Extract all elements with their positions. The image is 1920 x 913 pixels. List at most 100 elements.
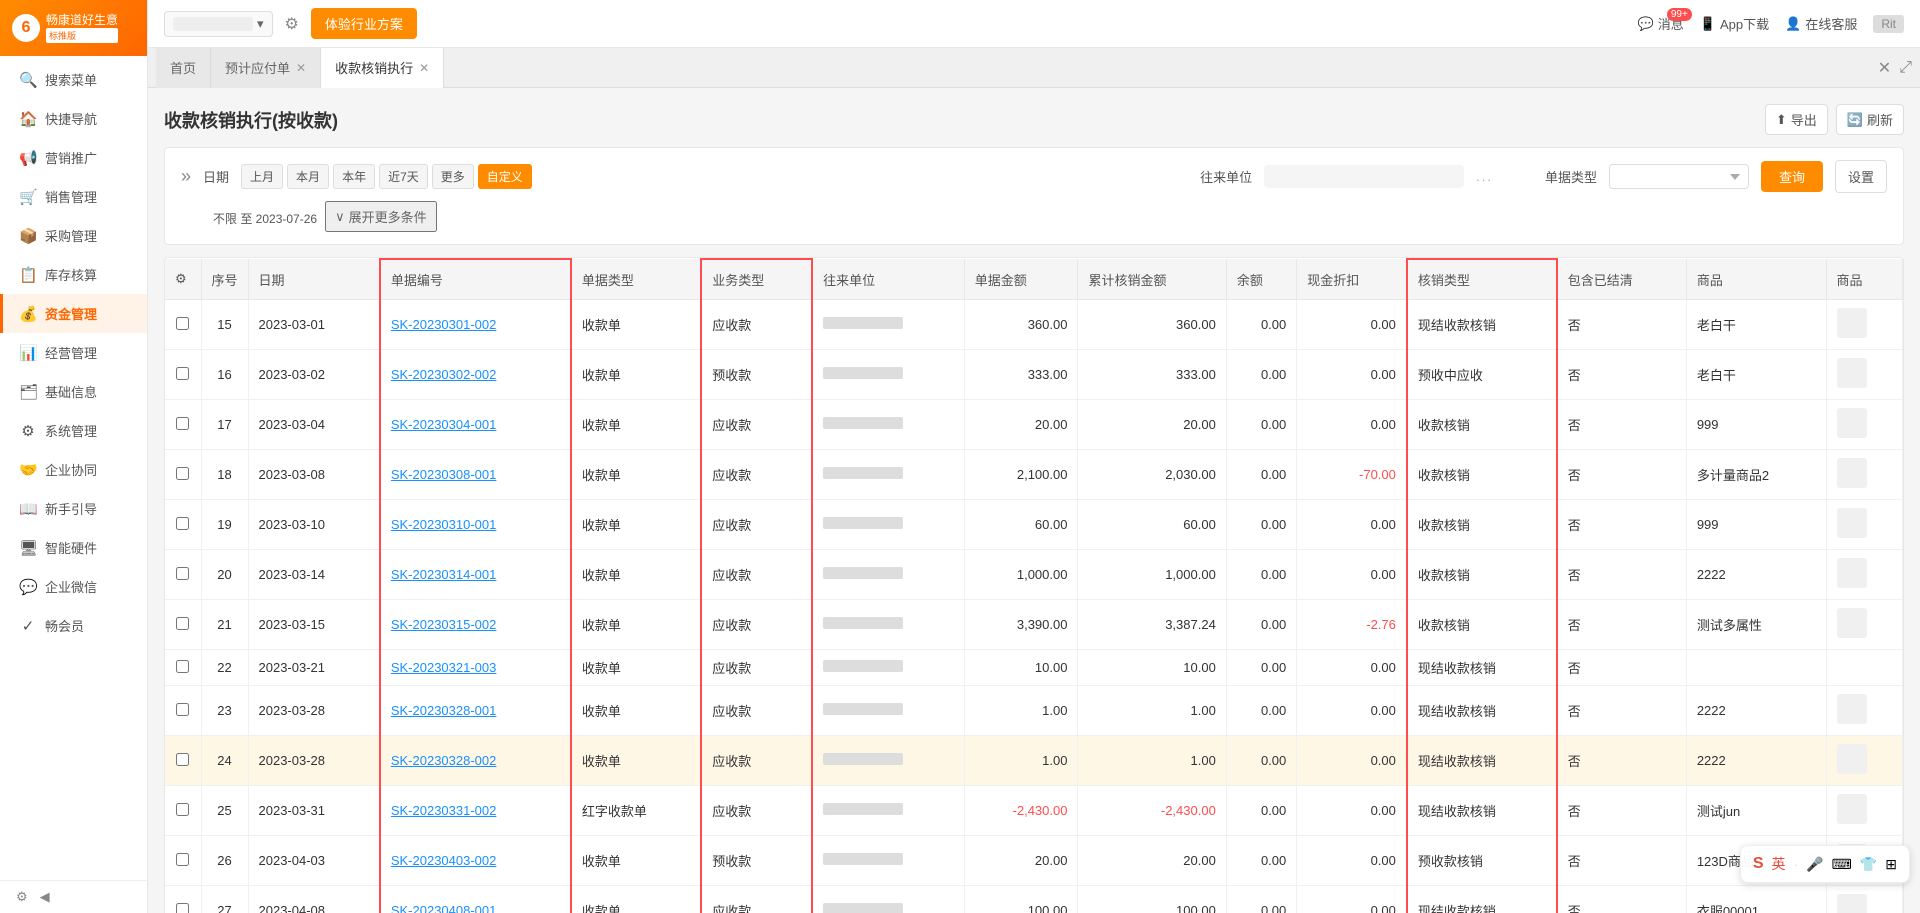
this-month-btn[interactable]: 本月 xyxy=(287,164,329,189)
sidebar-item-label: 营销推广 xyxy=(45,148,97,167)
row-checkbox[interactable] xyxy=(165,550,201,600)
col-doc-no[interactable]: 单据编号 xyxy=(380,259,571,300)
shirt-icon[interactable]: 👕 xyxy=(1860,856,1877,873)
doc-no-link[interactable]: SK-20230315-002 xyxy=(391,617,497,632)
table-row: 23 2023-03-28 SK-20230328-001 收款单 应收款 1.… xyxy=(165,686,1903,736)
row-date: 2023-03-21 xyxy=(248,650,380,686)
guide-icon: 📖 xyxy=(19,500,37,518)
doc-no-link[interactable]: SK-20230310-001 xyxy=(391,517,497,532)
doc-no-link[interactable]: SK-20230302-002 xyxy=(391,367,497,382)
col-cash-discount[interactable]: 现金折扣 xyxy=(1297,259,1407,300)
mic-icon[interactable]: 🎤 xyxy=(1806,856,1823,873)
sidebar-item-hardware[interactable]: 🖥 智能硬件 xyxy=(0,528,147,567)
row-balance: 0.00 xyxy=(1226,300,1296,350)
row-checkbox[interactable] xyxy=(165,300,201,350)
table-row: 26 2023-04-03 SK-20230403-002 收款单 预收款 20… xyxy=(165,836,1903,886)
col-biz-type[interactable]: 业务类型 xyxy=(701,259,812,300)
col-balance[interactable]: 余额 xyxy=(1226,259,1296,300)
doc-no-link[interactable]: SK-20230328-001 xyxy=(391,703,497,718)
expand-conditions-btn[interactable]: ∨ 展开更多条件 xyxy=(325,201,437,232)
doc-no-link[interactable]: SK-20230304-001 xyxy=(391,417,497,432)
close-tab-icon[interactable]: ✕ xyxy=(1878,58,1891,78)
row-checkbox[interactable] xyxy=(165,400,201,450)
col-counterparty[interactable]: 往来单位 xyxy=(812,259,964,300)
row-include-settled: 否 xyxy=(1557,786,1687,836)
tab-prepay[interactable]: 预计应付单 ✕ xyxy=(211,48,321,88)
solution-button[interactable]: 体验行业方案 xyxy=(311,8,417,39)
settings-icon[interactable]: ⚙ xyxy=(16,889,28,905)
sidebar-item-wechat[interactable]: 💬 企业微信 xyxy=(0,567,147,606)
doc-no-link[interactable]: SK-20230314-001 xyxy=(391,567,497,582)
sidebar-item-system[interactable]: ⚙ 系统管理 xyxy=(0,411,147,450)
col-product2[interactable]: 商品 xyxy=(1826,259,1903,300)
sidebar-item-search[interactable]: 🔍 搜索菜单 xyxy=(0,60,147,99)
col-writeoff-type[interactable]: 核销类型 xyxy=(1407,259,1557,300)
row-checkbox[interactable] xyxy=(165,836,201,886)
sidebar-item-guide[interactable]: 📖 新手引导 xyxy=(0,489,147,528)
doc-no-link[interactable]: SK-20230301-002 xyxy=(391,317,497,332)
col-doc-type[interactable]: 单据类型 xyxy=(571,259,701,300)
row-checkbox[interactable] xyxy=(165,450,201,500)
row-checkbox[interactable] xyxy=(165,650,201,686)
doc-no-link[interactable]: SK-20230331-002 xyxy=(391,803,497,818)
user-label: Rit xyxy=(1873,15,1904,33)
page-container: 收款核销执行(按收款) ⬆ 导出 🔄 刷新 » 日期 上月 本月 xyxy=(148,88,1920,913)
collapse-icon[interactable]: ◀ xyxy=(40,889,50,905)
this-year-btn[interactable]: 本年 xyxy=(333,164,375,189)
sidebar-item-operations[interactable]: 📊 经营管理 xyxy=(0,333,147,372)
query-button[interactable]: 查询 xyxy=(1761,161,1823,192)
row-checkbox[interactable] xyxy=(165,736,201,786)
keyboard-icon[interactable]: ⌨ xyxy=(1832,856,1852,873)
voucher-type-select[interactable]: 收款单 红字收款单 xyxy=(1609,164,1749,189)
workspace-dropdown[interactable]: ▾ xyxy=(164,11,273,37)
page-title: 收款核销执行(按收款) xyxy=(164,107,338,133)
col-settings[interactable]: ⚙ xyxy=(165,259,201,300)
sidebar-item-marketing[interactable]: 📢 营销推广 xyxy=(0,138,147,177)
row-checkbox[interactable] xyxy=(165,500,201,550)
sidebar-item-inventory[interactable]: 📋 库存核算 xyxy=(0,255,147,294)
online-service-button[interactable]: 👤 在线客服 xyxy=(1785,14,1857,33)
sidebar-item-cooperation[interactable]: 🤝 企业协同 xyxy=(0,450,147,489)
row-checkbox[interactable] xyxy=(165,600,201,650)
row-checkbox[interactable] xyxy=(165,350,201,400)
expand-tab-icon[interactable]: ⤢ xyxy=(1899,59,1912,77)
app-download-button[interactable]: 📱 App下载 xyxy=(1700,14,1769,33)
setting-button[interactable]: 设置 xyxy=(1835,160,1887,193)
last-month-btn[interactable]: 上月 xyxy=(241,164,283,189)
row-checkbox[interactable] xyxy=(165,786,201,836)
grid-icon[interactable]: ⊞ xyxy=(1885,856,1897,873)
tab-collection-close[interactable]: ✕ xyxy=(419,61,429,75)
col-doc-amount[interactable]: 单据金额 xyxy=(964,259,1078,300)
sidebar-item-quicknav[interactable]: 🏠 快捷导航 xyxy=(0,99,147,138)
col-date[interactable]: 日期 xyxy=(248,259,380,300)
custom-date-btn[interactable]: 自定义 xyxy=(478,164,532,189)
col-include-settled[interactable]: 包含已结清 xyxy=(1557,259,1687,300)
sidebar-item-purchase[interactable]: 📦 采购管理 xyxy=(0,216,147,255)
doc-no-link[interactable]: SK-20230408-001 xyxy=(391,903,497,913)
more-date-btn[interactable]: 更多 xyxy=(432,164,474,189)
sidebar-item-vip[interactable]: ✓ 畅会员 xyxy=(0,606,147,645)
row-biz-type: 预收款 xyxy=(701,836,812,886)
gear-icon[interactable]: ⚙ xyxy=(285,14,299,34)
col-total-writeoff[interactable]: 累计核销金额 xyxy=(1078,259,1226,300)
notification-button[interactable]: 💬 消息 99+ xyxy=(1638,14,1684,33)
sidebar-item-sales[interactable]: 🛒 销售管理 xyxy=(0,177,147,216)
doc-no-link[interactable]: SK-20230308-001 xyxy=(391,467,497,482)
col-product[interactable]: 商品 xyxy=(1686,259,1826,300)
sidebar-item-finance[interactable]: 💰 资金管理 xyxy=(0,294,147,333)
user-avatar[interactable]: Rit xyxy=(1873,15,1904,33)
export-button[interactable]: ⬆ 导出 xyxy=(1765,104,1828,135)
counterparty-input[interactable] xyxy=(1264,165,1464,188)
tab-home[interactable]: 首页 xyxy=(156,48,211,88)
filter-expand-arrow[interactable]: » xyxy=(181,166,191,187)
last-7days-btn[interactable]: 近7天 xyxy=(379,164,428,189)
doc-no-link[interactable]: SK-20230403-002 xyxy=(391,853,497,868)
sidebar-item-basic-info[interactable]: 🗂 基础信息 xyxy=(0,372,147,411)
row-checkbox[interactable] xyxy=(165,686,201,736)
refresh-button[interactable]: 🔄 刷新 xyxy=(1836,104,1904,135)
tab-collection-exec[interactable]: 收款核销执行 ✕ xyxy=(321,48,444,88)
row-checkbox[interactable] xyxy=(165,886,201,913)
tab-prepay-close[interactable]: ✕ xyxy=(296,61,306,75)
doc-no-link[interactable]: SK-20230321-003 xyxy=(391,660,497,675)
doc-no-link[interactable]: SK-20230328-002 xyxy=(391,753,497,768)
